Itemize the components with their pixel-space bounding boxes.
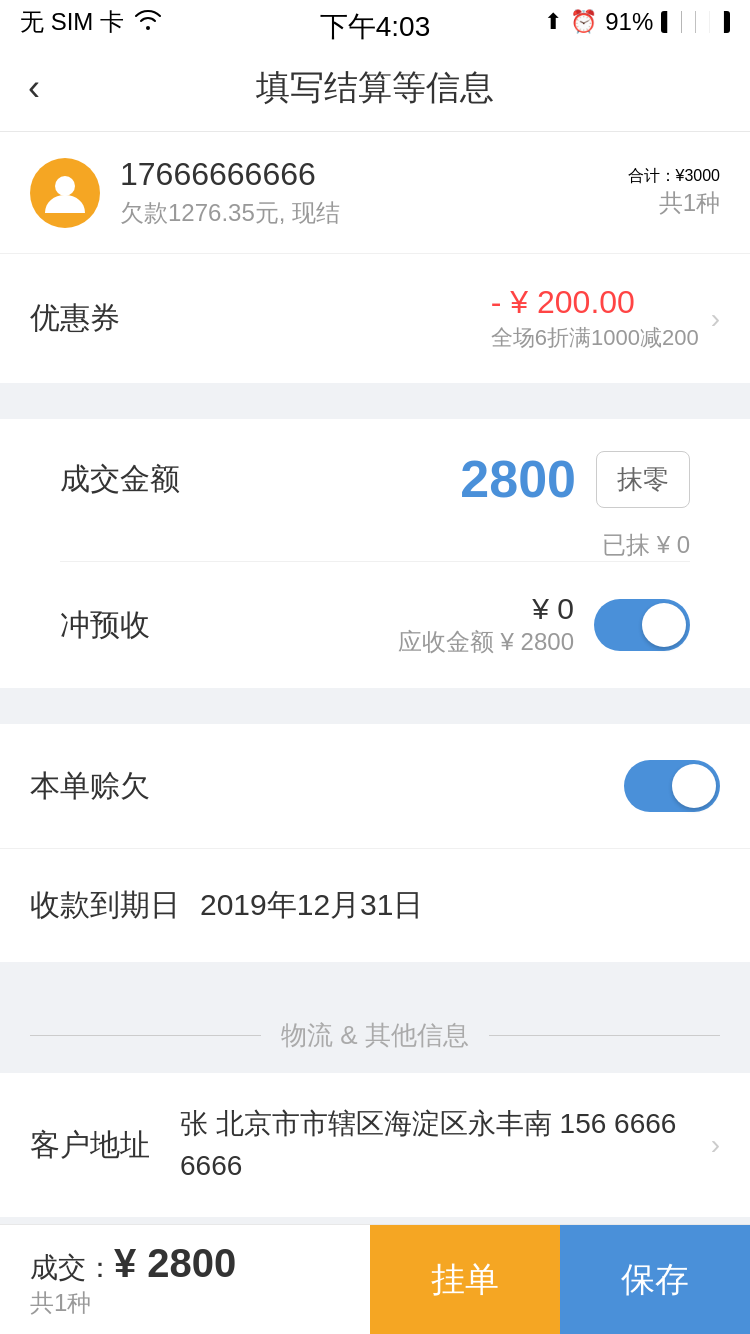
deal-amount-value: 2800 bbox=[460, 449, 576, 509]
prepay-row: 冲预收 ¥ 0 应收金额 ¥ 2800 bbox=[60, 561, 690, 688]
wifi-icon bbox=[134, 8, 162, 36]
svg-point-0 bbox=[55, 176, 75, 196]
coupon-subtext: 全场6折满1000减200 bbox=[491, 323, 699, 353]
alarm-icon: ⏰ bbox=[570, 9, 597, 35]
deal-amount-row: 成交金额 2800 抹零 bbox=[60, 449, 690, 529]
bottom-bar: 成交：¥ 2800 共1种 挂单 保存 bbox=[0, 1224, 750, 1334]
address-value: 张 北京市市辖区海淀区永丰南 156 6666 6666 bbox=[180, 1103, 691, 1187]
coupon-row[interactable]: 优惠券 - ¥ 200.00 全场6折满1000减200 › bbox=[0, 253, 750, 383]
prepay-toggle[interactable] bbox=[594, 599, 690, 651]
bottom-info: 成交：¥ 2800 共1种 bbox=[0, 1241, 370, 1319]
battery-icon: ████ bbox=[661, 11, 730, 33]
address-chevron-icon: › bbox=[711, 1129, 720, 1161]
coupon-right: - ¥ 200.00 全场6折满1000减200 › bbox=[491, 284, 720, 353]
bottom-deal-amount: ¥ 2800 bbox=[114, 1241, 236, 1285]
deal-amount-right: 2800 抹零 bbox=[460, 449, 690, 509]
save-label: 保存 bbox=[621, 1257, 689, 1303]
chevron-right-icon: › bbox=[711, 303, 720, 335]
debt-date-card: 本单赊欠 收款到期日 2019年12月31日 bbox=[0, 724, 750, 962]
separator-1 bbox=[0, 399, 750, 419]
back-button[interactable]: ‹ bbox=[28, 67, 40, 109]
bottom-deal-label: 成交： bbox=[30, 1252, 114, 1283]
deal-amount-sub: 已抹 ¥ 0 bbox=[60, 529, 690, 561]
coupon-value: - ¥ 200.00 bbox=[491, 284, 699, 321]
customer-row: 17666666666 欠款1276.35元, 现结 合计：¥3000 共1种 bbox=[0, 132, 750, 253]
due-date-value: 2019年12月31日 bbox=[200, 885, 423, 926]
deal-amount-label: 成交金额 bbox=[60, 459, 180, 500]
prepay-main-amount: ¥ 0 bbox=[398, 592, 574, 626]
debt-row: 本单赊欠 bbox=[0, 724, 750, 848]
customer-left: 17666666666 欠款1276.35元, 现结 bbox=[30, 156, 340, 229]
total-count: 共1种 bbox=[628, 187, 721, 219]
total-label-amount: 合计：¥3000 bbox=[628, 166, 721, 187]
amount-section: 成交金额 2800 抹零 已抹 ¥ 0 冲预收 ¥ 0 应收金额 ¥ 2800 bbox=[0, 419, 750, 688]
debt-toggle[interactable] bbox=[624, 760, 720, 812]
address-row[interactable]: 客户地址 张 北京市市辖区海淀区永丰南 156 6666 6666 › bbox=[0, 1073, 750, 1217]
debt-label: 本单赊欠 bbox=[30, 766, 150, 807]
prepay-amount: ¥ 0 应收金额 ¥ 2800 bbox=[398, 592, 574, 658]
address-label: 客户地址 bbox=[30, 1125, 160, 1166]
page-title: 填写结算等信息 bbox=[256, 65, 494, 111]
prepay-label: 冲预收 bbox=[60, 605, 150, 646]
avatar bbox=[30, 158, 100, 228]
divider-line-right bbox=[489, 1035, 720, 1036]
due-date-row: 收款到期日 2019年12月31日 bbox=[0, 848, 750, 962]
customer-info: 17666666666 欠款1276.35元, 现结 bbox=[120, 156, 340, 229]
content-area: 17666666666 欠款1276.35元, 现结 合计：¥3000 共1种 … bbox=[0, 132, 750, 1334]
logistics-label: 物流 & 其他信息 bbox=[281, 1018, 469, 1053]
divider-line-left bbox=[30, 1035, 261, 1036]
round-zero-button[interactable]: 抹零 bbox=[596, 451, 690, 508]
customer-card: 17666666666 欠款1276.35元, 现结 合计：¥3000 共1种 … bbox=[0, 132, 750, 383]
separator-3 bbox=[0, 978, 750, 998]
bottom-count: 共1种 bbox=[30, 1287, 340, 1319]
hang-order-button[interactable]: 挂单 bbox=[370, 1225, 560, 1335]
prepay-right: ¥ 0 应收金额 ¥ 2800 bbox=[398, 592, 690, 658]
prepay-sub-amount: 应收金额 ¥ 2800 bbox=[398, 626, 574, 658]
carrier-text: 无 SIM 卡 bbox=[20, 6, 124, 38]
total-amount: ¥3000 bbox=[676, 167, 721, 184]
amount-inner: 成交金额 2800 抹零 已抹 ¥ 0 冲预收 ¥ 0 应收金额 ¥ 2800 bbox=[30, 449, 720, 688]
customer-right: 合计：¥3000 共1种 bbox=[628, 166, 721, 219]
separator-2 bbox=[0, 704, 750, 724]
battery-text: 91% bbox=[605, 8, 653, 36]
hang-order-label: 挂单 bbox=[431, 1257, 499, 1303]
customer-phone: 17666666666 bbox=[120, 156, 340, 193]
save-button[interactable]: 保存 bbox=[560, 1225, 750, 1335]
status-time: 下午4:03 bbox=[320, 8, 431, 46]
bottom-deal: 成交：¥ 2800 bbox=[30, 1241, 340, 1287]
status-right: ⬆ ⏰ 91% ████ bbox=[544, 8, 730, 36]
coupon-label: 优惠券 bbox=[30, 298, 120, 339]
total-label: 合计： bbox=[628, 167, 676, 184]
location-icon: ⬆ bbox=[544, 9, 562, 35]
logistics-divider: 物流 & 其他信息 bbox=[0, 998, 750, 1073]
nav-bar: ‹ 填写结算等信息 bbox=[0, 44, 750, 132]
status-left: 无 SIM 卡 bbox=[20, 6, 162, 38]
due-date-label: 收款到期日 bbox=[30, 885, 180, 926]
status-bar: 无 SIM 卡 下午4:03 ⬆ ⏰ 91% ████ bbox=[0, 0, 750, 44]
customer-debt: 欠款1276.35元, 现结 bbox=[120, 197, 340, 229]
